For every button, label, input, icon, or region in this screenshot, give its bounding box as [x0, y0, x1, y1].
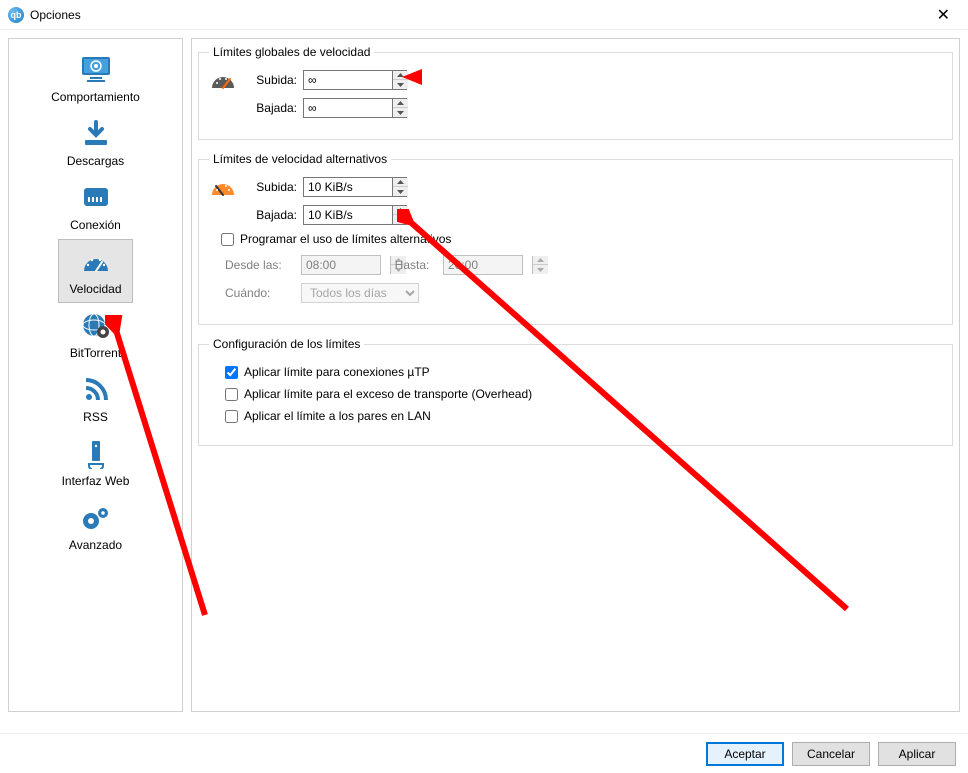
when-select: Todos los días: [301, 283, 419, 303]
global-download-label: Bajada:: [243, 101, 303, 115]
limit-config-legend: Configuración de los límites: [209, 337, 364, 351]
limit-config-group: Configuración de los límites Aplicar lím…: [198, 337, 953, 446]
global-download-input[interactable]: [304, 99, 392, 117]
alt-download-spinner[interactable]: [303, 205, 407, 225]
global-upload-input[interactable]: [304, 71, 392, 89]
sidebar-item-advanced[interactable]: Avanzado: [58, 495, 133, 559]
server-icon: [84, 436, 108, 472]
sidebar-item-label: RSS: [83, 410, 108, 424]
alt-limits-group: Límites de velocidad alternativos Subida…: [198, 152, 953, 325]
settings-sidebar: Comportamiento Descargas Conexión Veloci…: [8, 38, 183, 712]
rss-icon: [82, 372, 110, 408]
sidebar-item-bittorrent[interactable]: BitTorrent: [58, 303, 133, 367]
download-icon: [81, 116, 111, 152]
overhead-label: Aplicar límite para el exceso de transpo…: [244, 387, 532, 401]
spin-down-button[interactable]: [393, 187, 408, 196]
alt-upload-input[interactable]: [304, 178, 392, 196]
sidebar-item-label: Conexión: [70, 218, 121, 232]
alt-limits-legend: Límites de velocidad alternativos: [209, 152, 391, 166]
gears-icon: [80, 500, 112, 536]
global-limits-legend: Límites globales de velocidad: [209, 45, 374, 59]
utp-label: Aplicar límite para conexiones µTP: [244, 365, 430, 379]
global-download-spinner[interactable]: [303, 98, 407, 118]
spin-down-button[interactable]: [393, 215, 408, 224]
when-label: Cuándo:: [225, 286, 295, 300]
speedometer-small-icon: [209, 70, 237, 90]
sidebar-item-label: Velocidad: [69, 282, 121, 296]
window-close-button[interactable]: ✕: [927, 5, 960, 25]
lan-label: Aplicar el límite a los pares en LAN: [244, 409, 431, 423]
sidebar-item-label: Avanzado: [69, 538, 122, 552]
settings-panel: Límites globales de velocidad Subida: Ba…: [191, 38, 960, 712]
monitor-gear-icon: [79, 52, 113, 88]
global-upload-spinner[interactable]: [303, 70, 407, 90]
global-upload-label: Subida:: [243, 73, 303, 87]
sidebar-item-webui[interactable]: Interfaz Web: [58, 431, 133, 495]
spin-down-button[interactable]: [393, 108, 408, 117]
sidebar-item-label: BitTorrent: [70, 346, 121, 360]
dialog-button-bar: Aceptar Cancelar Aplicar: [0, 733, 968, 773]
sidebar-item-rss[interactable]: RSS: [58, 367, 133, 431]
to-time-input: [444, 256, 532, 274]
alt-speedometer-icon: [209, 177, 237, 197]
global-limits-group: Límites globales de velocidad Subida: Ba…: [198, 45, 953, 140]
spin-up-button[interactable]: [393, 71, 408, 80]
globe-gear-icon: [81, 308, 111, 344]
spin-down-button: [533, 265, 548, 274]
alt-download-input[interactable]: [304, 206, 392, 224]
sidebar-item-behavior[interactable]: Comportamiento: [58, 47, 133, 111]
spin-up-button: [533, 256, 548, 265]
spin-up-button[interactable]: [393, 206, 408, 215]
speedometer-icon: [80, 244, 112, 280]
from-label: Desde las:: [225, 258, 295, 272]
alt-download-label: Bajada:: [243, 208, 303, 222]
lan-checkbox[interactable]: [225, 410, 238, 423]
from-time-spinner: [301, 255, 381, 275]
sidebar-item-label: Comportamiento: [51, 90, 140, 104]
spin-up-button[interactable]: [393, 99, 408, 108]
sidebar-item-connection[interactable]: Conexión: [58, 175, 133, 239]
window-titlebar: qb Opciones ✕: [0, 0, 968, 30]
overhead-checkbox[interactable]: [225, 388, 238, 401]
spin-down-button[interactable]: [393, 80, 408, 89]
sidebar-item-label: Descargas: [67, 154, 124, 168]
alt-upload-spinner[interactable]: [303, 177, 407, 197]
spin-up-button[interactable]: [393, 178, 408, 187]
schedule-label: Programar el uso de límites alternativos: [240, 232, 451, 246]
to-time-spinner: [443, 255, 523, 275]
schedule-checkbox[interactable]: [221, 233, 234, 246]
utp-checkbox[interactable]: [225, 366, 238, 379]
cancel-button[interactable]: Cancelar: [792, 742, 870, 766]
sidebar-item-downloads[interactable]: Descargas: [58, 111, 133, 175]
ok-button[interactable]: Aceptar: [706, 742, 784, 766]
apply-button[interactable]: Aplicar: [878, 742, 956, 766]
alt-upload-label: Subida:: [243, 180, 303, 194]
network-port-icon: [81, 180, 111, 216]
app-icon: qb: [8, 7, 24, 23]
sidebar-item-label: Interfaz Web: [62, 474, 130, 488]
from-time-input: [302, 256, 390, 274]
window-title: Opciones: [30, 8, 81, 22]
to-label: Hasta:: [387, 258, 437, 272]
sidebar-item-speed[interactable]: Velocidad: [58, 239, 133, 303]
